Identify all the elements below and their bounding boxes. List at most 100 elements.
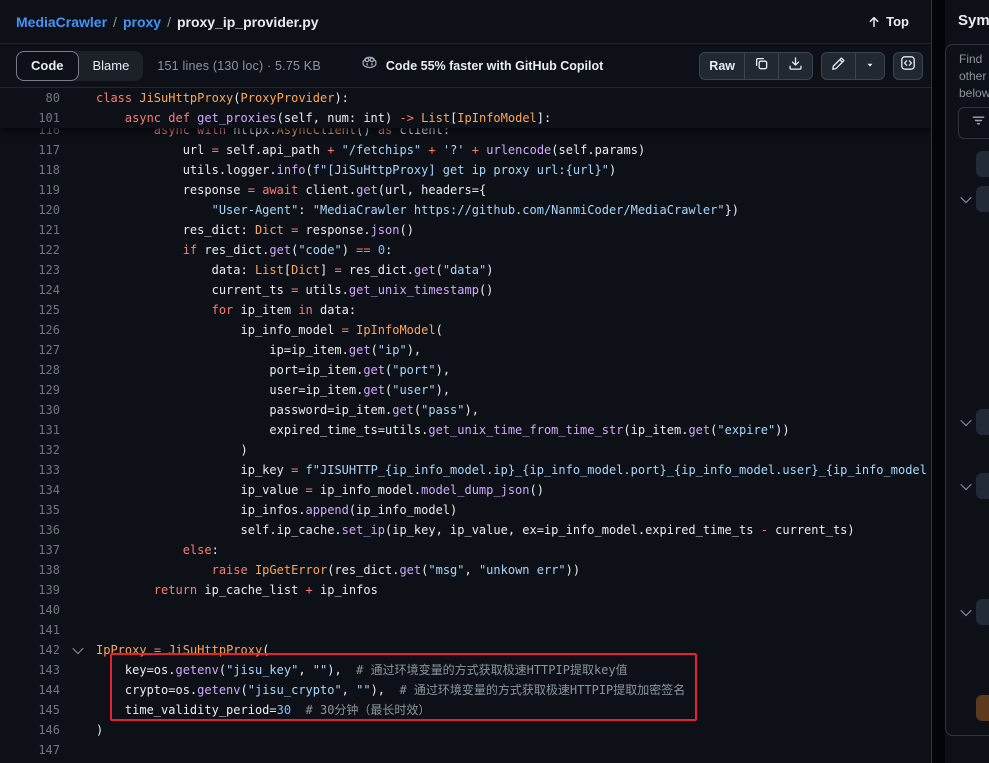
code-token: "expire" [717, 423, 775, 437]
line-number[interactable]: 147 [0, 740, 60, 760]
code-token: () [479, 283, 493, 297]
symbol-pill[interactable] [976, 186, 989, 212]
line-number[interactable]: 134 [0, 480, 60, 500]
line-number[interactable]: 123 [0, 260, 60, 280]
symbol-pill[interactable] [976, 409, 989, 435]
code-line: 118 utils.logger.info(f"[JiSuHttpProxy] … [0, 160, 931, 180]
copy-raw-button[interactable] [744, 53, 778, 79]
edit-options-dropdown[interactable] [855, 53, 884, 79]
code-lines: 117 url = self.api_path + "/fetchips" + … [0, 140, 931, 760]
symbol-pill-highlighted[interactable] [976, 695, 989, 721]
line-number[interactable]: 140 [0, 600, 60, 620]
code-token: ip_info_model. [313, 483, 421, 497]
line-number[interactable]: 137 [0, 540, 60, 560]
code-token: -> [399, 111, 413, 125]
symbol-pill[interactable] [976, 599, 989, 625]
code-line-text: ip_infos.append(ip_info_model) [96, 500, 931, 520]
code-token: ProxyProvider [241, 91, 335, 105]
line-number[interactable]: 143 [0, 660, 60, 680]
line-number[interactable]: 136 [0, 520, 60, 540]
line-number[interactable]: 129 [0, 380, 60, 400]
code-line: 143 key=os.getenv("jisu_key", ""), # 通过环… [0, 660, 931, 680]
breadcrumb-folder-link[interactable]: proxy [123, 14, 161, 30]
fold-gutter [60, 700, 96, 720]
code-line-text: crypto=os.getenv("jisu_crypto", ""), # 通… [96, 680, 931, 700]
line-number[interactable]: 80 [0, 88, 60, 108]
line-number[interactable]: 124 [0, 280, 60, 300]
code-token: client. [298, 183, 356, 197]
breadcrumb-repo-link[interactable]: MediaCrawler [16, 14, 107, 30]
code-token: 30 [277, 703, 291, 717]
line-number[interactable]: 126 [0, 320, 60, 340]
line-number[interactable]: 120 [0, 200, 60, 220]
code-line-text: else: [96, 540, 931, 560]
download-button[interactable] [778, 53, 812, 79]
line-number[interactable]: 138 [0, 560, 60, 580]
chevron-down-icon[interactable] [960, 415, 971, 426]
fold-gutter [60, 320, 96, 340]
fold-gutter [60, 180, 96, 200]
code-line: 145 time_validity_period=30 # 30分钟（最长时效） [0, 700, 931, 720]
code-token: ), [436, 383, 450, 397]
line-number[interactable]: 132 [0, 440, 60, 460]
collapse-toggle[interactable] [60, 640, 96, 660]
line-number[interactable]: 130 [0, 400, 60, 420]
line-number[interactable]: 128 [0, 360, 60, 380]
line-number[interactable]: 131 [0, 420, 60, 440]
raw-button[interactable]: Raw [700, 53, 744, 79]
chevron-down-icon[interactable] [960, 192, 971, 203]
chevron-down-icon [72, 643, 83, 654]
code-token: utils. [298, 283, 349, 297]
line-number[interactable]: 142 [0, 640, 60, 660]
symbol-pill[interactable] [976, 473, 989, 499]
edit-file-button[interactable] [822, 53, 855, 79]
line-number[interactable]: 135 [0, 500, 60, 520]
tab-code[interactable]: Code [16, 51, 79, 81]
code-token: class [96, 91, 139, 105]
code-token: IpInfoModel [457, 111, 536, 125]
symbols-filter-button[interactable] [958, 107, 989, 139]
symbols-description-line: other [959, 68, 989, 85]
symbols-panel-toggle-button[interactable] [893, 52, 923, 80]
code-token: IpInfoModel [356, 323, 435, 337]
line-number[interactable]: 145 [0, 700, 60, 720]
line-number[interactable]: 127 [0, 340, 60, 360]
symbols-description-line: below [959, 85, 989, 102]
code-token: - [761, 523, 768, 537]
code-token: time_validity_period= [96, 703, 277, 717]
chevron-down-icon[interactable] [960, 479, 971, 490]
fold-gutter [60, 540, 96, 560]
line-number[interactable]: 146 [0, 720, 60, 740]
fold-gutter [60, 480, 96, 500]
line-number[interactable]: 125 [0, 300, 60, 320]
back-to-top-button[interactable]: Top [861, 10, 915, 33]
fold-gutter [60, 520, 96, 540]
line-number[interactable]: 139 [0, 580, 60, 600]
line-number[interactable]: 141 [0, 620, 60, 640]
code-line-text: class JiSuHttpProxy(ProxyProvider): [96, 88, 931, 108]
code-token: ip_infos. [96, 503, 306, 517]
line-number[interactable]: 118 [0, 160, 60, 180]
code-token: ) [342, 243, 356, 257]
code-token [96, 128, 154, 137]
chevron-down-icon[interactable] [960, 605, 971, 616]
fold-gutter [60, 88, 96, 108]
line-number[interactable]: 122 [0, 240, 60, 260]
code-token [371, 243, 378, 257]
tab-blame[interactable]: Blame [79, 51, 144, 81]
page: MediaCrawler / proxy / proxy_ip_provider… [0, 0, 989, 763]
line-number[interactable]: 119 [0, 180, 60, 200]
code-token: ): [334, 91, 348, 105]
line-number[interactable]: 101 [0, 108, 60, 128]
code-token: JiSuHttpProxy [139, 91, 233, 105]
code-line-text: async with httpx.AsyncClient() as client… [96, 128, 931, 140]
code-line: 124 current_ts = utils.get_unix_timestam… [0, 280, 931, 300]
line-number[interactable]: 117 [0, 140, 60, 160]
code-blame-switch: Code Blame [16, 51, 143, 81]
symbol-pill[interactable] [976, 151, 989, 177]
line-number[interactable]: 116 [0, 128, 60, 140]
line-number[interactable]: 144 [0, 680, 60, 700]
line-number[interactable]: 133 [0, 460, 60, 480]
line-number[interactable]: 121 [0, 220, 60, 240]
copy-icon [754, 56, 769, 76]
